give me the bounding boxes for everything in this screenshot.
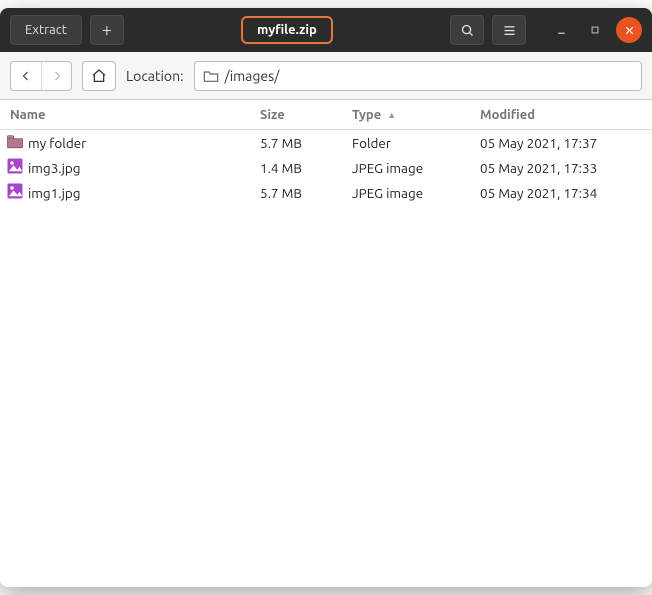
table-row[interactable]: my folder 5.7 MBFolder05 May 2021, 17:37 [0,130,652,155]
close-icon [624,25,635,36]
image-icon [6,182,24,203]
folder-icon [203,69,219,83]
home-button[interactable] [82,61,116,91]
file-modified: 05 May 2021, 17:37 [480,135,642,151]
table-row[interactable]: img3.jpg 1.4 MBJPEG image05 May 2021, 17:… [0,155,652,180]
chevron-left-icon [20,70,32,82]
table-row[interactable]: img1.jpg 5.7 MBJPEG image05 May 2021, 17:… [0,180,652,205]
file-name: img3.jpg [28,160,81,176]
location-value: /images/ [225,68,280,84]
hamburger-icon [502,23,517,38]
chevron-right-icon [51,70,63,82]
col-header-modified[interactable]: Modified [480,108,642,122]
col-header-type[interactable]: Type ▲ [352,108,480,122]
col-header-name[interactable]: Name [4,108,260,122]
close-button[interactable] [616,17,642,43]
file-size: 1.4 MB [260,160,352,176]
folder-icon [6,132,24,153]
minimize-button[interactable] [548,17,574,43]
file-type: Folder [352,135,480,151]
maximize-button[interactable] [582,17,608,43]
search-icon [460,23,475,38]
menu-button[interactable] [492,15,526,45]
col-header-size[interactable]: Size [260,108,352,122]
file-name: my folder [28,135,86,151]
location-input[interactable]: /images/ [194,61,642,91]
home-icon [91,68,107,84]
forward-button[interactable] [41,62,71,90]
file-list: my folder5.7 MBFolder05 May 2021, 17:37i… [0,130,652,205]
archive-title: myfile.zip [241,16,333,44]
sort-asc-icon: ▲ [387,110,396,120]
search-button[interactable] [450,15,484,45]
archive-manager-window: Extract + myfile.zip [0,8,652,587]
add-button[interactable]: + [90,15,124,45]
nav-group [10,61,72,91]
file-type: JPEG image [352,185,480,201]
file-modified: 05 May 2021, 17:34 [480,185,642,201]
col-header-type-label: Type [352,108,381,122]
column-headers: Name Size Type ▲ Modified [0,100,652,130]
image-icon [6,157,24,178]
file-modified: 05 May 2021, 17:33 [480,160,642,176]
titlebar: Extract + myfile.zip [0,8,652,52]
file-name: img1.jpg [28,185,81,201]
extract-button[interactable]: Extract [10,15,82,45]
file-size: 5.7 MB [260,135,352,151]
file-size: 5.7 MB [260,185,352,201]
maximize-icon [590,25,600,35]
file-type: JPEG image [352,160,480,176]
location-label: Location: [126,68,184,84]
back-button[interactable] [11,62,41,90]
minimize-icon [556,25,567,36]
toolbar: Location: /images/ [0,52,652,100]
